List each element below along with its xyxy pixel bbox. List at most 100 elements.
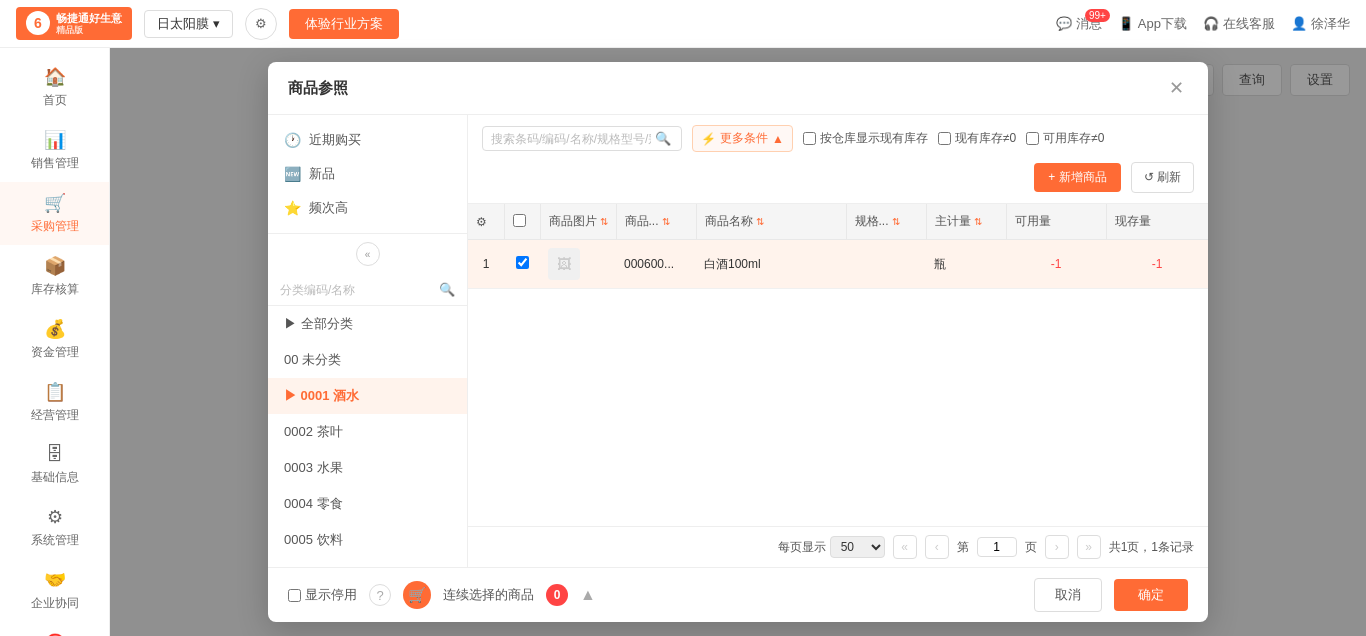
finance-icon: 💰	[44, 318, 66, 340]
cart-count: 0	[546, 584, 568, 606]
modal-close-btn[interactable]: ✕	[1164, 76, 1188, 100]
sales-icon: 📊	[44, 129, 66, 151]
product-search-input[interactable]	[491, 132, 651, 146]
show-disabled-checkbox-label[interactable]: 显示停用	[288, 586, 357, 604]
store-dropdown[interactable]: 日太阳膜 ▾	[144, 10, 233, 38]
refresh-btn[interactable]: ↺ 刷新	[1131, 162, 1194, 193]
nav-frequent-label: 频次高	[309, 199, 348, 217]
sidebar-item-operation[interactable]: 📋 经营管理	[0, 371, 109, 434]
category-tea[interactable]: 0002 茶叶	[268, 414, 467, 450]
headphone-icon: 🎧	[1203, 16, 1219, 31]
category-search-icon[interactable]: 🔍	[439, 282, 455, 297]
app-download-btn[interactable]: 📱 App下载	[1118, 15, 1187, 33]
sort-icon-code: ⇅	[662, 216, 670, 227]
show-disabled-checkbox[interactable]	[288, 589, 301, 602]
category-drink[interactable]: 0005 饮料	[268, 522, 467, 558]
td-product-code: 000600...	[616, 240, 696, 289]
sidebar-item-system[interactable]: ⚙ 系统管理	[0, 496, 109, 559]
td-product-image: 🖼	[540, 240, 616, 289]
category-water[interactable]: 0008 水	[268, 558, 467, 567]
expand-icon[interactable]: ▲	[580, 586, 596, 604]
first-page-btn[interactable]: «	[893, 535, 917, 559]
cart-text: 连续选择的商品	[443, 586, 534, 604]
sidebar-item-finance[interactable]: 💰 资金管理	[0, 308, 109, 371]
sidebar-item-sales[interactable]: 📊 销售管理	[0, 119, 109, 182]
logo-text: 畅捷通好生意 精品版	[56, 11, 122, 37]
sidebar-item-guide[interactable]: 🎯 新手引导	[0, 622, 109, 636]
modal-title: 商品参照	[288, 79, 348, 98]
checkbox-warehouse-stock[interactable]: 按仓库显示现有库存	[803, 130, 928, 147]
th-unit-sort[interactable]: 主计量 ⇅	[935, 213, 998, 230]
logo: 6 畅捷通好生意 精品版	[16, 7, 132, 41]
logo-sub: 精品版	[56, 25, 122, 37]
nav-recent-purchase[interactable]: 🕐 近期购买	[268, 123, 467, 157]
trial-btn[interactable]: 体验行业方案	[289, 9, 399, 39]
sidebar-item-purchase[interactable]: 🛒 采购管理	[0, 182, 109, 245]
category-snack[interactable]: 0004 零食	[268, 486, 467, 522]
sidebar-item-collab[interactable]: 🤝 企业协同	[0, 559, 109, 622]
usable-stock-label: 可用库存≠0	[1043, 130, 1104, 147]
navbar: 6 畅捷通好生意 精品版 日太阳膜 ▾ ⚙ 体验行业方案 💬 消息 99+ 📱 …	[0, 0, 1366, 48]
nav-frequent[interactable]: ⭐ 频次高	[268, 191, 467, 225]
product-reference-modal: 商品参照 ✕ 🕐 近期购买 🆕	[268, 62, 1208, 622]
message-btn[interactable]: 💬 消息 99+	[1056, 15, 1102, 33]
sidebar-item-home[interactable]: 🏠 首页	[0, 56, 109, 119]
th-name-sort[interactable]: 商品名称 ⇅	[705, 213, 838, 230]
user-avatar[interactable]: 👤 徐泽华	[1291, 15, 1350, 33]
row-checkbox[interactable]	[516, 256, 529, 269]
sidebar-item-basic[interactable]: 🗄 基础信息	[0, 434, 109, 496]
product-table-container: ⚙ 商品图片 ⇅	[468, 204, 1208, 526]
chevron-down-icon: ▾	[213, 16, 220, 31]
column-settings-icon[interactable]: ⚙	[476, 215, 487, 229]
category-liquor[interactable]: ▶ 0001 酒水	[268, 378, 467, 414]
sort-icon-name: ⇅	[756, 216, 764, 227]
app-label: App下载	[1138, 15, 1187, 33]
next-page-btn[interactable]: ›	[1045, 535, 1069, 559]
category-fruit[interactable]: 0003 水果	[268, 450, 467, 486]
settings-gear-icon[interactable]: ⚙	[245, 8, 277, 40]
th-settings[interactable]: ⚙	[468, 204, 504, 240]
available-stock-checkbox[interactable]	[938, 132, 951, 145]
collapse-btn[interactable]: «	[356, 242, 380, 266]
main-layout: 🏠 首页 📊 销售管理 🛒 采购管理 📦 库存核算 💰 资金管理 📋 经营管理 …	[0, 48, 1366, 636]
category-search-input[interactable]	[280, 283, 435, 297]
help-btn[interactable]: ?	[369, 584, 391, 606]
table-row[interactable]: 1 🖼	[468, 240, 1208, 289]
last-page-btn[interactable]: »	[1077, 535, 1101, 559]
th-checkbox[interactable]	[504, 204, 540, 240]
category-all-label: ▶ 全部分类	[284, 315, 353, 333]
nav-shortcuts: 🕐 近期购买 🆕 新品 ⭐ 频次高	[268, 115, 467, 234]
sidebar-label-home: 首页	[43, 92, 67, 109]
category-uncategorized[interactable]: 00 未分类	[268, 342, 467, 378]
product-search-icon[interactable]: 🔍	[655, 131, 671, 146]
sidebar-item-inventory[interactable]: 📦 库存核算	[0, 245, 109, 308]
th-spec-sort[interactable]: 规格... ⇅	[855, 213, 918, 230]
filter-btn[interactable]: ⚡ 更多条件 ▲	[692, 125, 793, 152]
td-row-checkbox[interactable]	[504, 240, 540, 289]
warehouse-stock-checkbox[interactable]	[803, 132, 816, 145]
page-number-input[interactable]	[977, 537, 1017, 557]
message-icon: 💬	[1056, 16, 1072, 31]
th-image-sort[interactable]: 商品图片 ⇅	[549, 213, 608, 230]
th-spec: 规格... ⇅	[846, 204, 926, 240]
checkbox-usable-stock[interactable]: 可用库存≠0	[1026, 130, 1104, 147]
nav-new-product[interactable]: 🆕 新品	[268, 157, 467, 191]
usable-stock-checkbox[interactable]	[1026, 132, 1039, 145]
confirm-btn[interactable]: 确定	[1114, 579, 1188, 611]
sidebar: 🏠 首页 📊 销售管理 🛒 采购管理 📦 库存核算 💰 资金管理 📋 经营管理 …	[0, 48, 110, 636]
th-code-sort[interactable]: 商品... ⇅	[625, 213, 688, 230]
online-service-btn[interactable]: 🎧 在线客服	[1203, 15, 1275, 33]
nav-new-label: 新品	[309, 165, 335, 183]
sidebar-label-purchase: 采购管理	[31, 218, 79, 235]
select-all-checkbox[interactable]	[513, 214, 526, 227]
category-liquor-label: ▶ 0001 酒水	[284, 387, 359, 405]
app-icon: 📱	[1118, 16, 1134, 31]
cancel-btn[interactable]: 取消	[1034, 578, 1102, 612]
category-all[interactable]: ▶ 全部分类	[268, 306, 467, 342]
star-icon: ⭐	[284, 200, 301, 216]
add-product-btn[interactable]: + 新增商品	[1034, 163, 1120, 192]
td-stock-qty: -1	[1106, 240, 1208, 289]
prev-page-btn[interactable]: ‹	[925, 535, 949, 559]
checkbox-available-stock[interactable]: 现有库存≠0	[938, 130, 1016, 147]
per-page-select[interactable]: 10 20 50 100	[830, 536, 885, 558]
